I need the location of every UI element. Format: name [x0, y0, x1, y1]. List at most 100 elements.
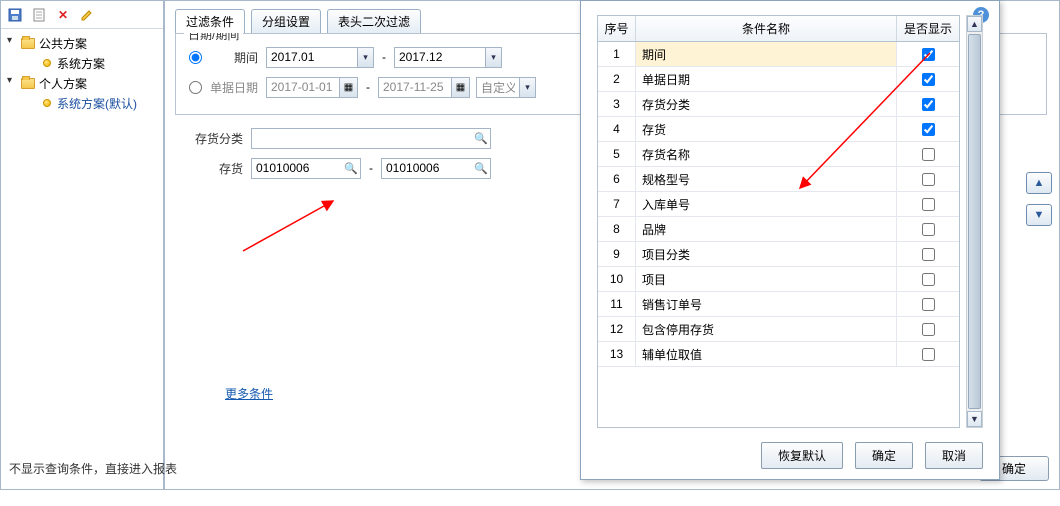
- table-row[interactable]: 11销售订单号: [598, 292, 959, 317]
- show-checkbox[interactable]: [922, 348, 935, 361]
- row-name: 辅单位取值: [636, 342, 897, 366]
- row-num: 6: [598, 167, 636, 191]
- tab-secondary[interactable]: 表头二次过滤: [327, 9, 421, 33]
- bill-date-radio[interactable]: [189, 81, 202, 94]
- page-icon[interactable]: [31, 7, 47, 23]
- show-checkbox[interactable]: [922, 148, 935, 161]
- date-from[interactable]: ▦: [266, 77, 358, 98]
- search-icon[interactable]: 🔍: [472, 129, 490, 148]
- row-name: 存货分类: [636, 92, 897, 116]
- tree-personal-item[interactable]: 系统方案(默认): [3, 93, 161, 113]
- tree-label: 系统方案(默认): [57, 95, 137, 112]
- col-name-header: 条件名称: [636, 16, 897, 41]
- chevron-down-icon[interactable]: [7, 37, 19, 49]
- table-row[interactable]: 13辅单位取值: [598, 342, 959, 367]
- stock-to-input[interactable]: [382, 159, 472, 178]
- scrollbar[interactable]: ▲ ▼: [966, 15, 983, 428]
- period-radio[interactable]: [189, 51, 202, 64]
- tab-group[interactable]: 分组设置: [251, 9, 321, 33]
- folder-icon: [21, 78, 35, 89]
- row-show: [897, 292, 959, 316]
- leaf-icon: [43, 99, 51, 107]
- row-num: 12: [598, 317, 636, 341]
- table-row[interactable]: 3存货分类: [598, 92, 959, 117]
- row-name: 期间: [636, 42, 897, 66]
- table-row[interactable]: 12包含停用存货: [598, 317, 959, 342]
- row-show: [897, 242, 959, 266]
- search-icon[interactable]: 🔍: [472, 159, 490, 178]
- stock-label: 存货: [175, 160, 247, 177]
- calendar-icon[interactable]: ▦: [339, 78, 357, 97]
- category-label: 存货分类: [175, 130, 247, 147]
- date-mode-input[interactable]: [477, 78, 519, 97]
- table-row[interactable]: 2单据日期: [598, 67, 959, 92]
- show-checkbox[interactable]: [922, 298, 935, 311]
- delete-icon[interactable]: ✕: [55, 7, 71, 23]
- stock-to-lookup[interactable]: 🔍: [381, 158, 491, 179]
- show-checkbox[interactable]: [922, 48, 935, 61]
- period-from-input[interactable]: [267, 48, 357, 67]
- dropdown-icon[interactable]: [357, 48, 373, 67]
- show-checkbox[interactable]: [922, 123, 935, 136]
- dropdown-icon[interactable]: [485, 48, 501, 67]
- row-name: 单据日期: [636, 67, 897, 91]
- table-row[interactable]: 9项目分类: [598, 242, 959, 267]
- category-lookup[interactable]: 🔍: [251, 128, 491, 149]
- date-to-input[interactable]: [379, 78, 451, 97]
- show-checkbox[interactable]: [922, 73, 935, 86]
- date-to[interactable]: ▦: [378, 77, 470, 98]
- calendar-icon[interactable]: ▦: [451, 78, 469, 97]
- leaf-icon: [43, 59, 51, 67]
- row-name: 存货名称: [636, 142, 897, 166]
- scroll-up-icon[interactable]: ▲: [967, 16, 982, 32]
- show-checkbox[interactable]: [922, 248, 935, 261]
- table-row[interactable]: 1期间: [598, 42, 959, 67]
- stock-from-input[interactable]: [252, 159, 342, 178]
- tab-filter[interactable]: 过滤条件: [175, 9, 245, 33]
- scroll-down-icon[interactable]: ▼: [967, 411, 982, 427]
- show-checkbox[interactable]: [922, 198, 935, 211]
- save-icon[interactable]: [7, 7, 23, 23]
- table-row[interactable]: 6规格型号: [598, 167, 959, 192]
- period-label: 期间: [208, 49, 262, 66]
- scroll-thumb[interactable]: [968, 34, 981, 409]
- edit-icon[interactable]: [79, 7, 95, 23]
- period-to-input[interactable]: [395, 48, 485, 67]
- row-num: 9: [598, 242, 636, 266]
- table-row[interactable]: 4存货: [598, 117, 959, 142]
- table-row[interactable]: 8品牌: [598, 217, 959, 242]
- search-icon[interactable]: 🔍: [342, 159, 360, 178]
- show-checkbox[interactable]: [922, 323, 935, 336]
- tree-label: 公共方案: [39, 35, 87, 52]
- date-from-input[interactable]: [267, 78, 339, 97]
- tree-public-item[interactable]: 系统方案: [3, 53, 161, 73]
- table-row[interactable]: 10项目: [598, 267, 959, 292]
- cancel-button[interactable]: 取消: [925, 442, 983, 469]
- row-name: 存货: [636, 117, 897, 141]
- show-checkbox[interactable]: [922, 98, 935, 111]
- category-input[interactable]: [252, 129, 472, 148]
- row-show: [897, 117, 959, 141]
- row-num: 11: [598, 292, 636, 316]
- stock-from-lookup[interactable]: 🔍: [251, 158, 361, 179]
- row-num: 13: [598, 342, 636, 366]
- table-row[interactable]: 5存货名称: [598, 142, 959, 167]
- restore-default-button[interactable]: 恢复默认: [761, 442, 843, 469]
- period-to[interactable]: [394, 47, 502, 68]
- ok-button[interactable]: 确定: [855, 442, 913, 469]
- chevron-down-icon[interactable]: [7, 77, 19, 89]
- move-up-button[interactable]: ▲: [1026, 172, 1052, 194]
- move-down-button[interactable]: ▼: [1026, 204, 1052, 226]
- date-mode[interactable]: [476, 77, 536, 98]
- tree-personal-folder[interactable]: 个人方案: [3, 73, 161, 93]
- row-show: [897, 142, 959, 166]
- show-checkbox[interactable]: [922, 223, 935, 236]
- show-checkbox[interactable]: [922, 273, 935, 286]
- show-checkbox[interactable]: [922, 173, 935, 186]
- period-from[interactable]: [266, 47, 374, 68]
- table-row[interactable]: 7入库单号: [598, 192, 959, 217]
- dropdown-icon[interactable]: [519, 78, 535, 97]
- tree-public-folder[interactable]: 公共方案: [3, 33, 161, 53]
- conditions-dialog: ? 序号 条件名称 是否显示 1期间2单据日期3存货分类4存货5存货名称6规格型…: [580, 0, 1000, 480]
- row-show: [897, 267, 959, 291]
